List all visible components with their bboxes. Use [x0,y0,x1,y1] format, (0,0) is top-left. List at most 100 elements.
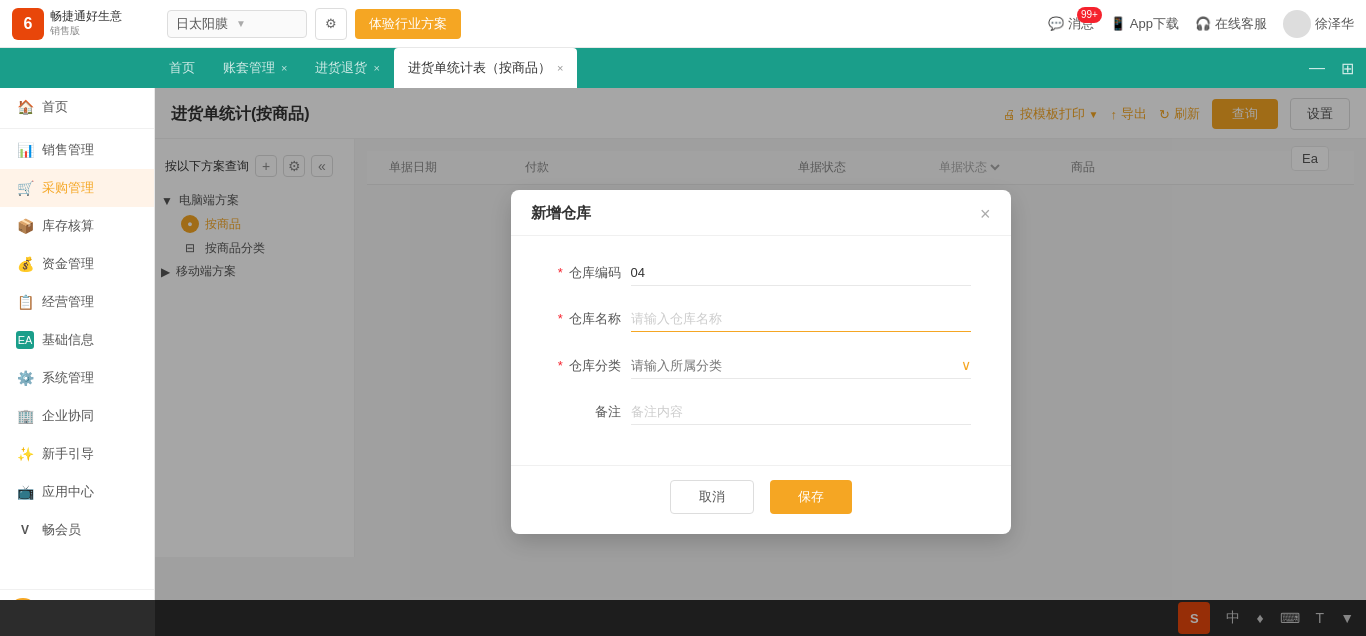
trial-button[interactable]: 体验行业方案 [355,9,461,39]
sidebar-finance-label: 资金管理 [42,255,94,273]
tab-purchase-return[interactable]: 进货退货 × [301,48,393,88]
sidebar-inventory-label: 库存核算 [42,217,94,235]
headset-icon: 🎧 [1195,16,1211,31]
sidebar-item-home[interactable]: 🏠 首页 [0,88,154,126]
sidebar-item-operation[interactable]: 📋 经营管理 [0,283,154,321]
sidebar-item-member[interactable]: V 畅会员 [0,511,154,549]
sidebar-item-system[interactable]: ⚙️ 系统管理 [0,359,154,397]
purchase-icon: 🛒 [16,179,34,197]
app-logo-icon: 6 [12,8,44,40]
app-download-label: App下载 [1130,15,1179,33]
tab-purchase-stat-label: 进货单统计表（按商品） [408,59,551,77]
tab-account[interactable]: 账套管理 × [209,48,301,88]
save-button[interactable]: 保存 [770,480,852,514]
sidebar-item-basic-info[interactable]: EA 基础信息 [0,321,154,359]
username-label: 徐泽华 [1315,15,1354,33]
logo-area: 6 畅捷通好生意 销售版 [12,8,167,40]
sidebar-system-label: 系统管理 [42,369,94,387]
name-input[interactable] [631,306,971,332]
guide-icon: ✨ [16,445,34,463]
tab-bar-right: — ⊞ [1305,55,1366,82]
form-row-code: * 仓库编码 [551,260,971,286]
new-warehouse-dialog: 新增仓库 × * 仓库编码 * [511,190,1011,534]
sales-icon: 📊 [16,141,34,159]
basic-info-icon: EA [16,331,34,349]
form-row-name: * 仓库名称 [551,306,971,332]
name-label: * 仓库名称 [551,310,631,328]
sidebar-operation-label: 经营管理 [42,293,94,311]
sidebar-item-purchase[interactable]: 🛒 采购管理 [0,169,154,207]
finance-icon: 💰 [16,255,34,273]
tab-minimize-button[interactable]: — [1305,55,1329,81]
sidebar-item-guide[interactable]: ✨ 新手引导 [0,435,154,473]
enterprise-icon: 🏢 [16,407,34,425]
store-search[interactable]: 日太阳膜 ▼ [167,10,307,38]
sidebar-member-label: 畅会员 [42,521,81,539]
store-name: 日太阳膜 [176,15,228,33]
app-center-icon: 📺 [16,483,34,501]
user-avatar [1283,10,1311,38]
sidebar-item-sales[interactable]: 📊 销售管理 [0,131,154,169]
settings-icon-button[interactable]: ⚙ [315,8,347,40]
tab-home-label: 首页 [169,59,195,77]
app-download-button[interactable]: 📱 App下载 [1110,15,1179,33]
tab-account-close[interactable]: × [281,62,287,74]
category-dropdown-arrow[interactable]: ∨ [961,357,971,373]
dialog-overlay: 新增仓库 × * 仓库编码 * [155,88,1366,636]
inventory-icon: 📦 [16,217,34,235]
tab-bar: 首页 账套管理 × 进货退货 × 进货单统计表（按商品） × — ⊞ [0,48,1366,88]
sidebar-app-center-label: 应用中心 [42,483,94,501]
tab-purchase-return-label: 进货退货 [315,59,367,77]
form-row-note: 备注 [551,399,971,425]
code-input[interactable] [631,260,971,286]
sidebar-divider-1 [0,128,154,129]
member-icon: V [16,521,34,539]
dialog-title: 新增仓库 [531,204,591,223]
required-star-1: * [558,265,563,280]
note-input[interactable] [631,399,971,425]
brand-sub: 销售版 [50,24,122,38]
brand-name: 畅捷通好生意 [50,9,122,25]
user-profile-button[interactable]: 徐泽华 [1283,10,1354,38]
sidebar-basic-info-label: 基础信息 [42,331,94,349]
online-service-button[interactable]: 🎧 在线客服 [1195,15,1267,33]
home-icon: 🏠 [16,98,34,116]
search-dropdown-arrow: ▼ [236,18,246,29]
sidebar-enterprise-label: 企业协同 [42,407,94,425]
tab-purchase-return-close[interactable]: × [373,62,379,74]
main-layout: 🏠 首页 📊 销售管理 🛒 采购管理 📦 库存核算 💰 资金管理 📋 经营管理 … [0,88,1366,636]
sidebar-item-finance[interactable]: 💰 资金管理 [0,245,154,283]
online-service-label: 在线客服 [1215,15,1267,33]
required-star-2: * [558,311,563,326]
dialog-header: 新增仓库 × [511,190,1011,236]
dialog-footer: 取消 保存 [511,465,1011,534]
cancel-button[interactable]: 取消 [670,480,754,514]
note-label: 备注 [551,403,631,421]
tab-maximize-button[interactable]: ⊞ [1337,55,1358,82]
code-label: * 仓库编码 [551,264,631,282]
message-button[interactable]: 💬 消息 99+ [1048,15,1094,33]
brand-text: 畅捷通好生意 销售版 [50,9,122,39]
dialog-close-button[interactable]: × [980,205,991,223]
operation-icon: 📋 [16,293,34,311]
sidebar-guide-label: 新手引导 [42,445,94,463]
sidebar: 🏠 首页 📊 销售管理 🛒 采购管理 📦 库存核算 💰 资金管理 📋 经营管理 … [0,88,155,636]
category-label: * 仓库分类 [551,357,631,375]
tab-account-label: 账套管理 [223,59,275,77]
tab-home[interactable]: 首页 [155,48,209,88]
content-area: 进货单统计(按商品) 🖨 按模板打印 ▼ ↑ 导出 ↻ 刷新 查询 设置 [155,88,1366,636]
sidebar-item-inventory[interactable]: 📦 库存核算 [0,207,154,245]
sidebar-sales-label: 销售管理 [42,141,94,159]
tab-purchase-stat[interactable]: 进货单统计表（按商品） × [394,48,577,88]
sidebar-purchase-label: 采购管理 [42,179,94,197]
tab-purchase-stat-close[interactable]: × [557,62,563,74]
category-select-row: ∨ [631,352,971,379]
sidebar-item-app-center[interactable]: 📺 应用中心 [0,473,154,511]
form-row-category: * 仓库分类 ∨ [551,352,971,379]
sidebar-item-enterprise[interactable]: 🏢 企业协同 [0,397,154,435]
header-right: 💬 消息 99+ 📱 App下载 🎧 在线客服 徐泽华 [1048,10,1354,38]
required-star-3: * [558,358,563,373]
gear-icon: ⚙ [325,16,337,31]
category-input[interactable] [631,358,961,373]
dialog-body: * 仓库编码 * 仓库名称 [511,236,1011,465]
